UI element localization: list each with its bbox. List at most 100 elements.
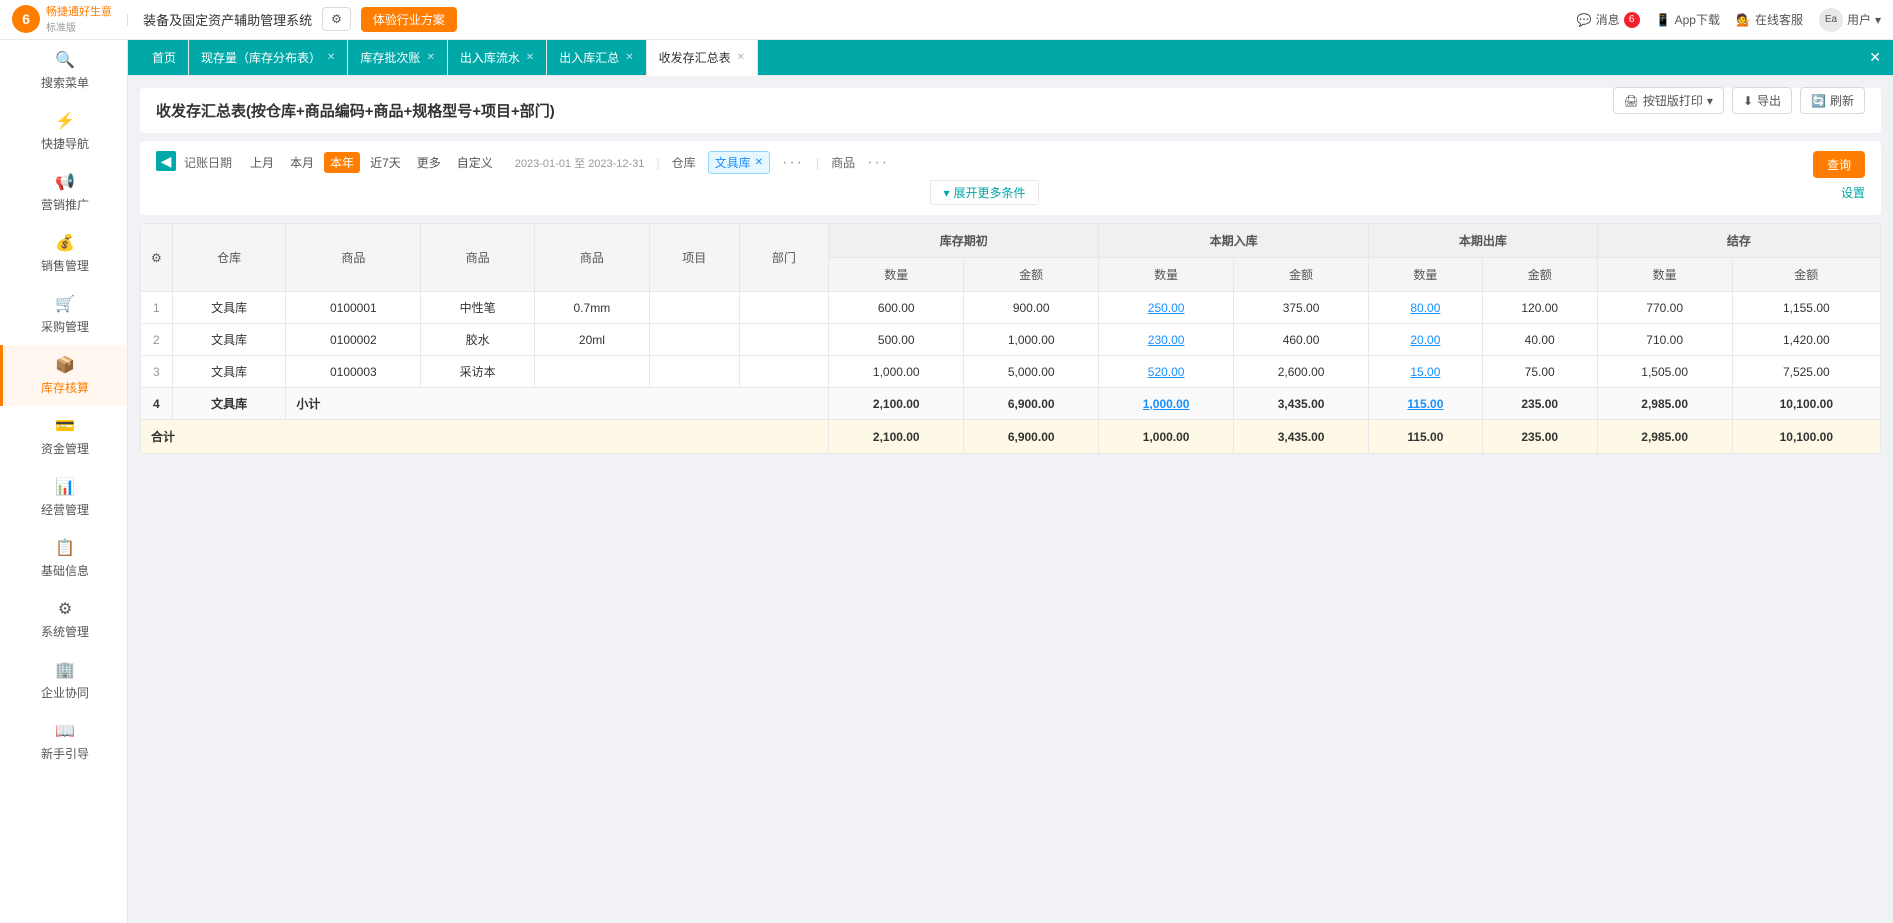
user-menu[interactable]: Ea 用户 ▾: [1819, 8, 1881, 32]
warehouse-more[interactable]: ···: [782, 154, 804, 172]
sidebar-item-inventory-label: 库存核算: [41, 379, 89, 396]
sidebar-item-operations-label: 经营管理: [41, 501, 89, 518]
tab-close-collect[interactable]: ✕: [737, 52, 745, 63]
subtotal-open-qty: 2,100.00: [829, 388, 964, 420]
expand-icon: ▾: [943, 186, 949, 200]
row-num: 3: [141, 356, 173, 388]
subtotal-out-qty[interactable]: 115.00: [1369, 388, 1483, 420]
tab-close-stock[interactable]: ✕: [327, 52, 335, 63]
row-in-qty[interactable]: 230.00: [1099, 324, 1234, 356]
row-open-amt: 1,000.00: [964, 324, 1099, 356]
tab-home[interactable]: 首页: [140, 40, 189, 76]
settings-link[interactable]: 设置: [1841, 184, 1865, 201]
row-out-qty[interactable]: 20.00: [1369, 324, 1483, 356]
col-in-amt: 金额: [1234, 258, 1369, 292]
search-icon: 🔍: [55, 50, 75, 70]
shortcut-this-year[interactable]: 本年: [324, 152, 360, 173]
sidebar-item-purchase-label: 采购管理: [41, 318, 89, 335]
sidebar-item-inventory[interactable]: 📦 库存核算: [0, 345, 127, 406]
expand-conditions-button[interactable]: ▾ 展开更多条件: [930, 180, 1038, 205]
subtotal-in-qty[interactable]: 1,000.00: [1099, 388, 1234, 420]
logo-area: 6 畅捷通好生意 标准版: [12, 5, 112, 34]
col-spec-header: 商品: [534, 224, 649, 292]
industry-button[interactable]: 体验行业方案: [361, 7, 457, 32]
export-button[interactable]: ⬇ 导出: [1732, 87, 1792, 114]
row-warehouse: 文具库: [172, 356, 286, 388]
col-open-qty: 数量: [829, 258, 964, 292]
system-title: 装备及固定资产辅助管理系统: [143, 10, 312, 29]
row-open-qty: 500.00: [829, 324, 964, 356]
online-service-button[interactable]: 💁 在线客服: [1736, 11, 1803, 28]
refresh-button[interactable]: 🔄 刷新: [1800, 87, 1865, 114]
row-open-amt: 5,000.00: [964, 356, 1099, 388]
sidebar-item-search[interactable]: 🔍 搜索菜单: [0, 40, 127, 101]
footer-close-qty: 2,985.00: [1597, 420, 1732, 454]
row-spec: 0.7mm: [534, 292, 649, 324]
settings-button[interactable]: ⚙: [322, 7, 351, 31]
sidebar-item-marketing[interactable]: 📢 营销推广: [0, 162, 127, 223]
row-dept: [739, 292, 829, 324]
shortcut-7days[interactable]: 近7天: [364, 152, 407, 173]
app-download-button[interactable]: 📱 App下载: [1656, 11, 1720, 28]
col-warehouse-header: 仓库: [172, 224, 286, 292]
print-button[interactable]: 🖨 按钮版打印 ▾: [1613, 87, 1724, 114]
query-button[interactable]: 查询: [1813, 151, 1865, 178]
row-in-qty[interactable]: 520.00: [1099, 356, 1234, 388]
tab-close-summary[interactable]: ✕: [625, 52, 633, 63]
goods-label: 商品: [831, 154, 855, 171]
tab-summary[interactable]: 出入库汇总 ✕: [547, 40, 646, 76]
row-num: 1: [141, 292, 173, 324]
row-out-qty[interactable]: 80.00: [1369, 292, 1483, 324]
warehouse-tag[interactable]: 文具库 ✕: [708, 151, 770, 174]
row-name: 采访本: [421, 356, 535, 388]
row-close-amt: 1,155.00: [1732, 292, 1880, 324]
tab-collect[interactable]: 收发存汇总表 ✕: [647, 40, 758, 76]
col-in-header: 本期入库: [1099, 224, 1369, 258]
row-in-qty[interactable]: 250.00: [1099, 292, 1234, 324]
subtotal-row: 4 文具库 小计 2,100.00 6,900.00 1,000.00 3,43…: [141, 388, 1881, 420]
warehouse-tag-close[interactable]: ✕: [755, 157, 763, 168]
sidebar-item-operations[interactable]: 📊 经营管理: [0, 467, 127, 528]
shortcut-more[interactable]: 更多: [411, 152, 447, 173]
sidebar-item-system[interactable]: ⚙ 系统管理: [0, 589, 127, 650]
sidebar-item-sales[interactable]: 💰 销售管理: [0, 223, 127, 284]
row-out-qty[interactable]: 15.00: [1369, 356, 1483, 388]
sidebar-item-purchase[interactable]: 🛒 采购管理: [0, 284, 127, 345]
col-dept-header: 部门: [739, 224, 829, 292]
sidebar-item-enterprise[interactable]: 🏢 企业协同: [0, 650, 127, 711]
message-button[interactable]: 💬 消息 6: [1577, 11, 1640, 28]
subtotal-num: 4: [141, 388, 173, 420]
row-out-amt: 40.00: [1482, 324, 1597, 356]
tab-batch[interactable]: 库存批次账 ✕: [348, 40, 447, 76]
sidebar-item-guide[interactable]: 📖 新手引导: [0, 711, 127, 772]
shortcut-this-month[interactable]: 本月: [284, 152, 320, 173]
tab-flow[interactable]: 出入库流水 ✕: [448, 40, 547, 76]
row-name: 胶水: [421, 324, 535, 356]
sidebar-item-basics[interactable]: 📋 基础信息: [0, 528, 127, 589]
logo-text: 畅捷通好生意: [46, 5, 112, 19]
sidebar-item-finance[interactable]: 💳 资金管理: [0, 406, 127, 467]
marketing-icon: 📢: [55, 172, 75, 192]
col-code-header: 商品: [286, 224, 421, 292]
row-warehouse: 文具库: [172, 324, 286, 356]
table-settings-col[interactable]: ⚙: [141, 224, 173, 292]
shortcut-last-month[interactable]: 上月: [244, 152, 280, 173]
col-out-header: 本期出库: [1369, 224, 1598, 258]
sidebar-item-shortcut[interactable]: ⚡ 快捷导航: [0, 101, 127, 162]
tab-bar-close[interactable]: ✕: [1869, 49, 1881, 66]
collapse-arrow[interactable]: ◀: [156, 151, 176, 171]
goods-more[interactable]: ···: [867, 154, 889, 172]
enterprise-icon: 🏢: [55, 660, 75, 680]
tab-close-flow[interactable]: ✕: [526, 52, 534, 63]
message-badge: 6: [1624, 12, 1640, 28]
row-project: [649, 292, 739, 324]
row-spec: [534, 356, 649, 388]
sidebar-item-finance-label: 资金管理: [41, 440, 89, 457]
tab-stock[interactable]: 现存量（库存分布表） ✕: [189, 40, 348, 76]
guide-icon: 📖: [55, 721, 75, 741]
shortcut-custom[interactable]: 自定义: [451, 152, 499, 173]
sidebar-item-search-label: 搜索菜单: [41, 74, 89, 91]
subtotal-open-amt: 6,900.00: [964, 388, 1099, 420]
row-dept: [739, 324, 829, 356]
tab-close-batch[interactable]: ✕: [426, 52, 434, 63]
